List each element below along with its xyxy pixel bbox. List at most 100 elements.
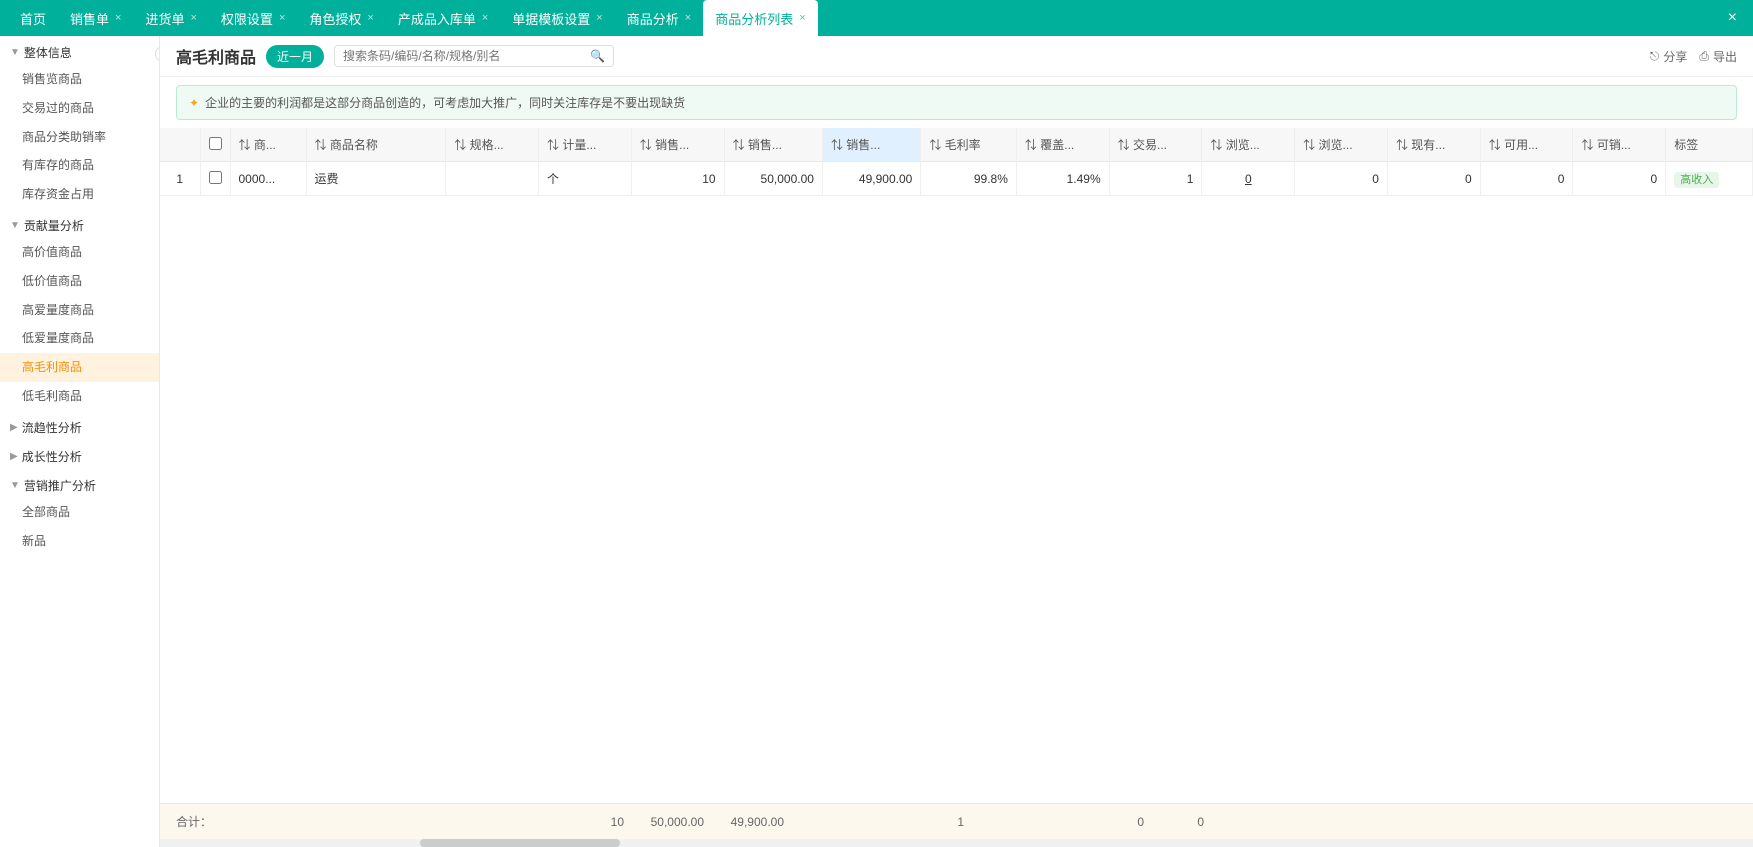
sidebar-item-high-love[interactable]: 高爱量度商品 [0, 296, 159, 325]
col-spec[interactable]: ⇅ 规格... [446, 128, 539, 162]
col-gross-margin[interactable]: ⇅ 毛利率 [921, 128, 1017, 162]
nav-template[interactable]: 单据模板设置 × [500, 0, 614, 36]
col-stock-sellable[interactable]: ⇅ 可销... [1573, 128, 1666, 162]
cell-index: 1 [160, 162, 200, 196]
select-all-checkbox[interactable] [209, 137, 222, 150]
col-tag[interactable]: 标签 [1666, 128, 1753, 162]
cell-check[interactable] [200, 162, 230, 196]
nav-permissions-close[interactable]: × [279, 12, 285, 24]
footer-total-bar: 合计： 10 50,000.00 49,900.00 1 0 0 [160, 803, 1753, 839]
content-header: 高毛利商品 近一月 🔍 ⎋ 分享 ⎙ 导出 [160, 36, 1753, 77]
cell-unit: 个 [539, 162, 632, 196]
sidebar-group-flow[interactable]: ▶ 流趋性分析 [0, 411, 159, 440]
cell-stock-current: 0 [1387, 162, 1480, 196]
col-sales-amount[interactable]: ⇅ 销售... [724, 128, 822, 162]
export-button[interactable]: ⎙ 导出 [1699, 48, 1737, 65]
table-row: 1 0000... 运费 [160, 162, 1753, 196]
search-box[interactable]: 🔍 [334, 45, 614, 67]
cell-sales-amount: 50,000.00 [724, 162, 822, 196]
cell-browse2: 0 [1295, 162, 1388, 196]
sidebar-item-category-rate[interactable]: 商品分类助销率 [0, 123, 159, 152]
col-trade[interactable]: ⇅ 交易... [1109, 128, 1202, 162]
nav-purchase[interactable]: 进货单 × [133, 0, 208, 36]
search-input[interactable] [343, 49, 590, 63]
nav-analysis-list[interactable]: 商品分析列表 × [703, 0, 817, 36]
sidebar-group-contribution[interactable]: ▼ 贡献量分析 [0, 209, 159, 238]
sidebar-item-high-value[interactable]: 高价值商品 [0, 238, 159, 267]
col-coverage[interactable]: ⇅ 覆盖... [1016, 128, 1109, 162]
col-stock-available[interactable]: ⇅ 可用... [1480, 128, 1573, 162]
nav-home[interactable]: 首页 [8, 0, 58, 36]
share-button[interactable]: ⎋ 分享 [1650, 48, 1688, 65]
window-close-button[interactable]: × [1720, 9, 1745, 27]
sidebar-item-low-margin[interactable]: 低毛利商品 [0, 382, 159, 411]
filter-month-button[interactable]: 近一月 [266, 45, 324, 68]
nav-sales-close[interactable]: × [115, 12, 121, 24]
col-check[interactable] [200, 128, 230, 162]
nav-role-close[interactable]: × [367, 12, 373, 24]
col-browse1[interactable]: ⇅ 浏览... [1202, 128, 1295, 162]
sidebar-item-new-products[interactable]: 新品 [0, 527, 159, 556]
tag-badge: 高收入 [1674, 172, 1719, 188]
total-label: 合计： [176, 813, 212, 830]
nav-template-close[interactable]: × [596, 12, 602, 24]
cell-code: 0000... [230, 162, 306, 196]
col-index [160, 128, 200, 162]
nav-analysis-close[interactable]: × [685, 12, 691, 24]
footer-spacer [232, 815, 572, 829]
info-banner: ✦ 企业的主要的利润都是这部分商品创造的，可考虑加大推广，同时关注库存是不要出现… [176, 85, 1737, 120]
row-checkbox[interactable] [209, 171, 222, 184]
arrow-right-icon: ▶ [10, 422, 18, 433]
col-unit[interactable]: ⇅ 计量... [539, 128, 632, 162]
footer-sales-qty: 10 [572, 815, 632, 829]
scrollbar-thumb[interactable] [420, 839, 620, 847]
nav-product-close[interactable]: × [482, 12, 488, 24]
sidebar-group-growth[interactable]: ▶ 成长性分析 [0, 440, 159, 469]
cell-coverage: 1.49% [1016, 162, 1109, 196]
col-name[interactable]: ⇅ 商品名称 [306, 128, 446, 162]
sidebar-group-overall[interactable]: ▼ 整体信息 [0, 36, 159, 65]
arrow-down-icon-2: ▼ [10, 220, 20, 231]
col-stock-current[interactable]: ⇅ 现有... [1387, 128, 1480, 162]
sidebar-item-high-margin[interactable]: 高毛利商品 [0, 353, 159, 382]
sidebar-group-marketing[interactable]: ▼ 营销推广分析 [0, 469, 159, 498]
col-sales-profit[interactable]: ⇅ 销售... [822, 128, 920, 162]
content-area: 高毛利商品 近一月 🔍 ⎋ 分享 ⎙ 导出 ✦ 企业的主要的利润都是这部分商品创… [160, 36, 1753, 847]
search-icon[interactable]: 🔍 [590, 49, 605, 63]
nav-purchase-close[interactable]: × [190, 12, 196, 24]
sidebar-item-in-stock[interactable]: 有库存的商品 [0, 151, 159, 180]
data-table-wrapper[interactable]: ⇅ 商... ⇅ 商品名称 ⇅ 规格... ⇅ [160, 128, 1753, 803]
nav-product-analysis[interactable]: 商品分析 × [615, 0, 703, 36]
nav-analysis-list-close[interactable]: × [799, 12, 805, 24]
sidebar: « ▼ 整体信息 销售览商品 交易过的商品 商品分类助销率 有库存的商品 库存资… [0, 36, 160, 847]
nav-product-entry[interactable]: 产成品入库单 × [386, 0, 500, 36]
top-navigation: 首页 销售单 × 进货单 × 权限设置 × 角色授权 × 产成品入库单 × 单据… [0, 0, 1753, 36]
sidebar-item-low-value[interactable]: 低价值商品 [0, 267, 159, 296]
sidebar-item-all-products[interactable]: 全部商品 [0, 498, 159, 527]
sidebar-item-low-love[interactable]: 低爱量度商品 [0, 324, 159, 353]
col-sales-qty[interactable]: ⇅ 销售... [631, 128, 724, 162]
cell-stock-sellable: 0 [1573, 162, 1666, 196]
footer-stock-available: 0 [1152, 815, 1212, 829]
header-actions: ⎋ 分享 ⎙ 导出 [1650, 48, 1737, 65]
sidebar-item-stock-capital[interactable]: 库存资金占用 [0, 180, 159, 209]
cell-spec [446, 162, 539, 196]
cell-browse1[interactable]: 0 [1202, 162, 1295, 196]
horizontal-scrollbar[interactable] [160, 839, 1753, 847]
nav-permissions[interactable]: 权限设置 × [209, 0, 297, 36]
arrow-right-icon-2: ▶ [10, 451, 18, 462]
sidebar-item-sales-overview[interactable]: 销售览商品 [0, 65, 159, 94]
cell-trade: 1 [1109, 162, 1202, 196]
cell-tag: 高收入 [1666, 162, 1753, 196]
footer-spacer3 [852, 815, 912, 829]
col-browse2[interactable]: ⇅ 浏览... [1295, 128, 1388, 162]
nav-role-auth[interactable]: 角色授权 × [297, 0, 385, 36]
export-icon: ⎙ [1699, 49, 1709, 64]
footer-sales-profit: 49,900.00 [712, 815, 792, 829]
sidebar-item-traded-goods[interactable]: 交易过的商品 [0, 94, 159, 123]
table-header-row: ⇅ 商... ⇅ 商品名称 ⇅ 规格... ⇅ [160, 128, 1753, 162]
col-code[interactable]: ⇅ 商... [230, 128, 306, 162]
info-icon: ✦ [189, 96, 199, 110]
nav-sales[interactable]: 销售单 × [58, 0, 133, 36]
footer-spacer5 [1032, 815, 1092, 829]
